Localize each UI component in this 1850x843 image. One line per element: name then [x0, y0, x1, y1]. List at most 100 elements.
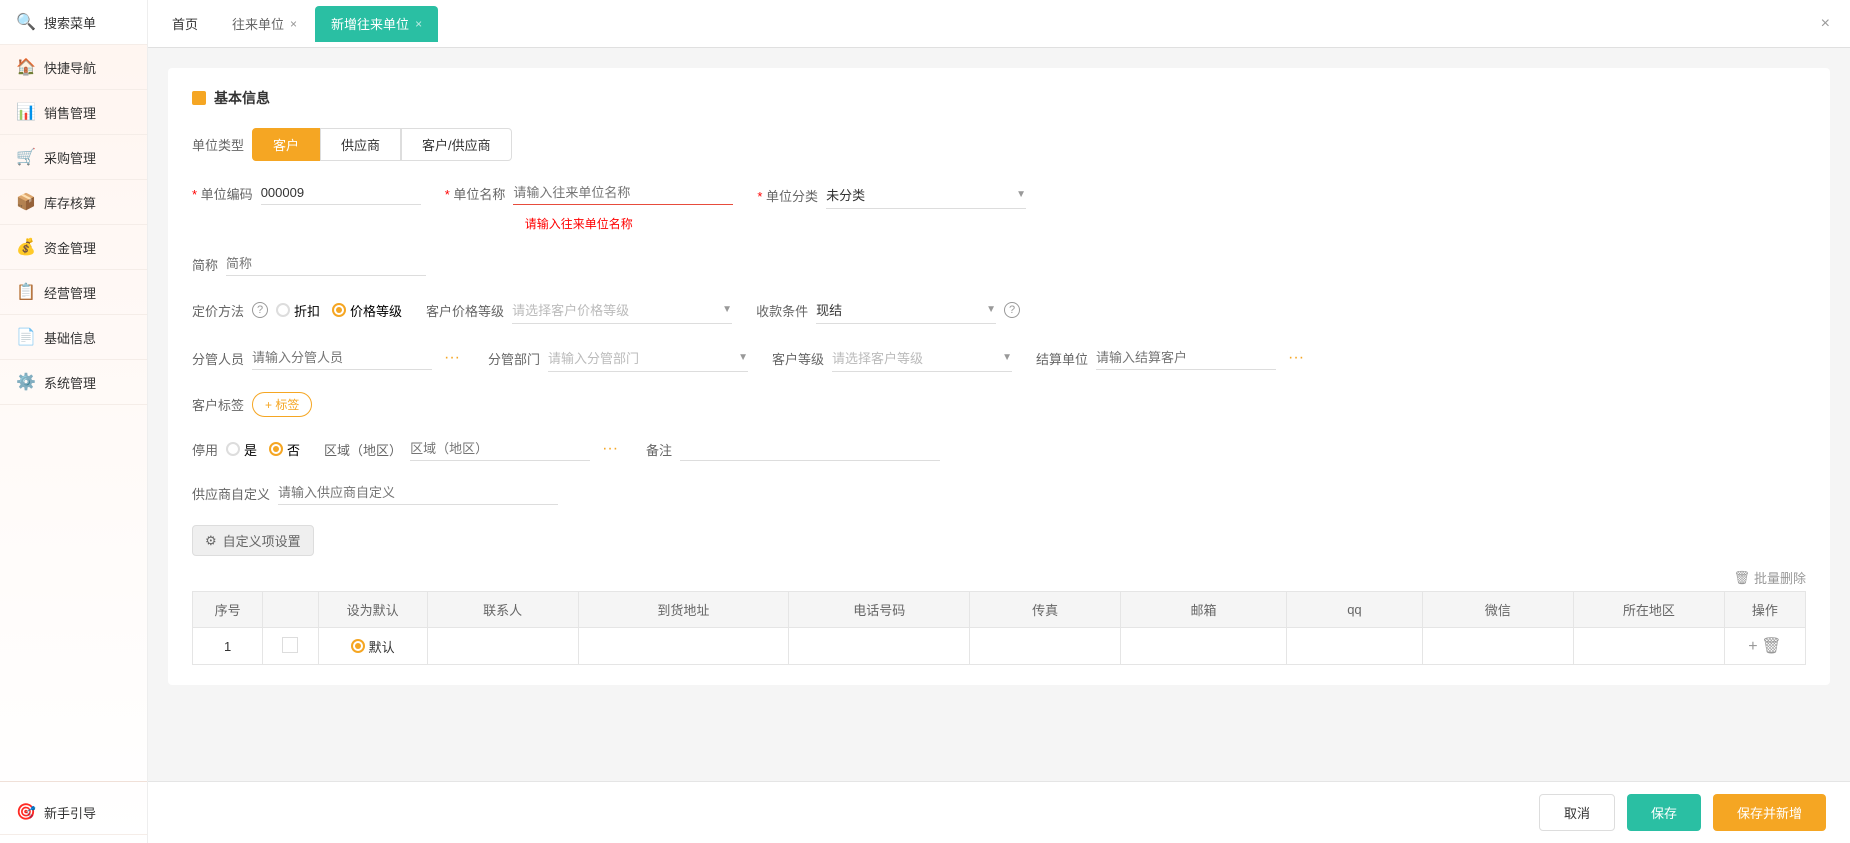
sidebar-item-label: 搜索菜单	[44, 13, 96, 32]
cell-email[interactable]	[1121, 628, 1287, 665]
cell-index: 1	[193, 628, 263, 665]
sidebar-item-purchase[interactable]: 🛒 采购管理	[0, 135, 147, 180]
pricing-radio-group: 折扣 价格等级	[276, 301, 402, 320]
window-close-icon[interactable]: ×	[1809, 15, 1842, 33]
disabled-yes-radio[interactable]	[226, 442, 240, 456]
custom-settings-button[interactable]: ⚙ 自定义项设置	[192, 525, 314, 556]
region-group: 区域（地区） ···	[324, 437, 622, 461]
remarks-input[interactable]	[680, 437, 940, 461]
tab-home[interactable]: 首页	[156, 6, 214, 42]
region-table-input[interactable]	[1609, 639, 1689, 654]
address-input[interactable]	[623, 639, 743, 654]
cell-address[interactable]	[578, 628, 789, 665]
wechat-input[interactable]	[1458, 639, 1538, 654]
batch-delete-icon: 🗑	[1733, 570, 1750, 586]
cell-region[interactable]	[1573, 628, 1724, 665]
pricing-discount-radio[interactable]	[276, 303, 290, 317]
sidebar-item-search[interactable]: 🔍 搜索菜单	[0, 0, 147, 45]
tab-partners-close[interactable]: ×	[290, 17, 297, 31]
tab-new-partner[interactable]: 新增往来单位 ×	[315, 6, 438, 42]
save-add-button[interactable]: 保存并新增	[1713, 794, 1826, 831]
sidebar-item-quick-nav[interactable]: 🏠 快捷导航	[0, 45, 147, 90]
col-phone: 电话号码	[789, 592, 970, 628]
short-name-row: 简称	[192, 252, 1806, 276]
tags-group: 客户标签 + 标签	[192, 392, 312, 417]
cell-contact[interactable]	[427, 628, 578, 665]
customer-level-select[interactable]: 请选择客户等级 ▼	[832, 344, 1012, 372]
cell-default: 默认	[318, 628, 427, 665]
disabled-no-radio[interactable]	[269, 442, 283, 456]
save-button[interactable]: 保存	[1627, 794, 1701, 831]
unit-name-input[interactable]	[513, 181, 733, 205]
customer-price-level-select[interactable]: 请选择客户价格等级 ▼	[512, 296, 732, 324]
unit-category-select[interactable]: 未分类 ▼	[826, 181, 1026, 209]
cell-wechat[interactable]	[1422, 628, 1573, 665]
phone-input[interactable]	[829, 639, 929, 654]
finance-icon: 💰	[16, 237, 36, 257]
settlement-more-icon[interactable]: ···	[1284, 349, 1308, 367]
cancel-button[interactable]: 取消	[1539, 794, 1615, 831]
batch-delete-area[interactable]: 🗑 批量删除	[192, 568, 1806, 587]
email-input[interactable]	[1159, 639, 1249, 654]
fax-input[interactable]	[1005, 639, 1085, 654]
unit-type-both-btn[interactable]: 客户/供应商	[401, 128, 512, 161]
supplier-custom-input[interactable]	[278, 481, 558, 505]
sidebar-item-inventory[interactable]: 📦 库存核算	[0, 180, 147, 225]
cell-fax[interactable]	[970, 628, 1121, 665]
add-row-button[interactable]: +	[1748, 638, 1757, 656]
sidebar-item-system[interactable]: ⚙️ 系统管理	[0, 360, 147, 405]
unit-name-error: 请输入往来单位名称	[525, 215, 633, 232]
unit-name-label: 单位名称	[445, 184, 506, 203]
payment-terms-select[interactable]: 现结 ▼	[816, 296, 996, 324]
short-name-input[interactable]	[226, 252, 426, 276]
row-checkbox[interactable]	[282, 637, 298, 653]
unit-type-label: 单位类型	[192, 135, 244, 154]
sidebar-item-basics[interactable]: 📄 基础信息	[0, 315, 147, 360]
region-more-icon[interactable]: ···	[598, 440, 622, 458]
region-input[interactable]	[410, 437, 590, 461]
cell-checkbox[interactable]	[263, 628, 318, 665]
home-icon: 🏠	[16, 57, 36, 77]
tab-partners[interactable]: 往来单位 ×	[216, 6, 313, 42]
add-tag-button[interactable]: + 标签	[252, 392, 312, 417]
sidebar-item-label: 资金管理	[44, 238, 96, 257]
sidebar-item-finance[interactable]: 💰 资金管理	[0, 225, 147, 270]
sidebar-item-sales[interactable]: 📊 销售管理	[0, 90, 147, 135]
default-radio-option[interactable]: 默认	[329, 637, 417, 656]
unit-category-label: 单位分类	[757, 186, 818, 205]
settlement-unit-input[interactable]	[1096, 346, 1276, 370]
unit-type-customer-btn[interactable]: 客户	[252, 128, 320, 161]
pricing-level-radio[interactable]	[332, 303, 346, 317]
tab-new-partner-close[interactable]: ×	[415, 17, 422, 31]
delete-row-button[interactable]: 🗑	[1761, 636, 1781, 656]
section-title-text: 基本信息	[214, 88, 270, 108]
unit-code-label: 单位编码	[192, 184, 253, 203]
unit-category-value: 未分类	[826, 185, 865, 204]
col-wechat: 微信	[1422, 592, 1573, 628]
disabled-no-option[interactable]: 否	[269, 440, 300, 459]
pricing-level-option[interactable]: 价格等级	[332, 301, 402, 320]
sidebar-item-guide[interactable]: 🎯 新手引导	[0, 790, 147, 835]
department-select[interactable]: 请输入分管部门 ▼	[548, 344, 748, 372]
unit-type-supplier-btn[interactable]: 供应商	[320, 128, 401, 161]
qq-input[interactable]	[1319, 639, 1389, 654]
payment-terms-info-icon[interactable]: ?	[1004, 302, 1020, 318]
manager-group: 分管人员 ···	[192, 346, 464, 370]
manager-more-icon[interactable]: ···	[440, 349, 464, 367]
inventory-icon: 📦	[16, 192, 36, 212]
disabled-yes-option[interactable]: 是	[226, 440, 257, 459]
pricing-info-icon[interactable]: ?	[252, 302, 268, 318]
sidebar-item-label: 库存核算	[44, 193, 96, 212]
remarks-label: 备注	[646, 440, 672, 459]
payment-terms-label: 收款条件	[756, 301, 808, 320]
default-radio[interactable]	[351, 639, 365, 653]
contact-input[interactable]	[463, 639, 543, 654]
short-name-group: 简称	[192, 252, 426, 276]
pricing-discount-label: 折扣	[294, 301, 320, 320]
pricing-discount-option[interactable]: 折扣	[276, 301, 320, 320]
manager-input[interactable]	[252, 346, 432, 370]
unit-code-input[interactable]	[261, 181, 421, 205]
sidebar-item-operations[interactable]: 📋 经营管理	[0, 270, 147, 315]
cell-qq[interactable]	[1286, 628, 1422, 665]
cell-phone[interactable]	[789, 628, 970, 665]
